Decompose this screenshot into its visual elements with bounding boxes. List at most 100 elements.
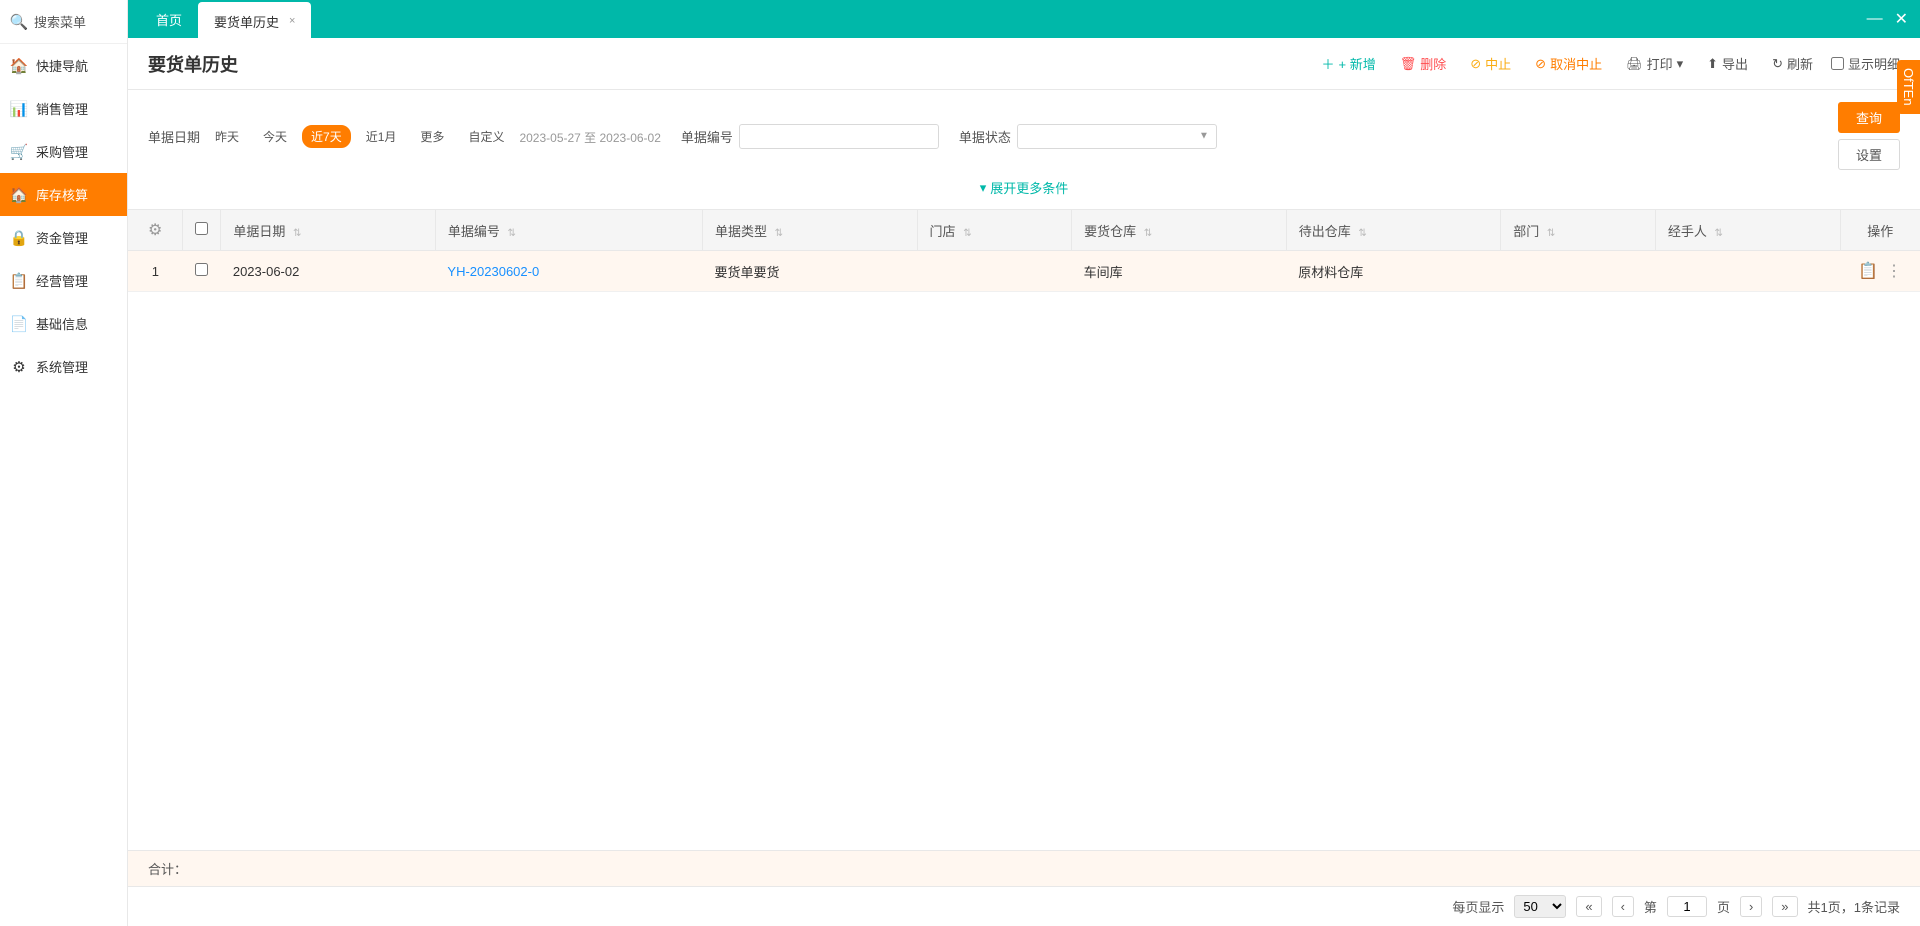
edit-icon[interactable]: 📋 [1858, 261, 1878, 281]
sort-department-icon[interactable]: ⇅ [1547, 228, 1555, 239]
data-table: ⚙ 单据日期 ⇅ 单据编号 ⇅ [128, 210, 1920, 292]
th-doc-date: 单据日期 ⇅ [221, 210, 436, 251]
first-page-button[interactable]: « [1576, 896, 1601, 917]
per-page-select[interactable]: 50 10 20 100 [1514, 895, 1566, 918]
sort-pending-warehouse-icon[interactable]: ⇅ [1358, 228, 1366, 239]
page-number-input[interactable] [1667, 896, 1707, 917]
expand-more[interactable]: ▾ 展开更多条件 [148, 178, 1900, 197]
tab-home-label: 首页 [156, 10, 182, 29]
last-page-button[interactable]: » [1772, 896, 1797, 917]
sidebar-item-basic-info[interactable]: 📄 基础信息 [0, 302, 127, 345]
sidebar-item-label: 基础信息 [36, 314, 88, 333]
sidebar-item-sales[interactable]: 📊 销售管理 [0, 87, 127, 130]
date-btn-custom[interactable]: 自定义 [459, 125, 513, 148]
th-checkbox [183, 210, 221, 251]
th-gear: ⚙ [128, 210, 183, 251]
sort-doc-type-icon[interactable]: ⇅ [775, 228, 783, 239]
table-header-row: ⚙ 单据日期 ⇅ 单据编号 ⇅ [128, 210, 1920, 251]
row-checkbox[interactable] [195, 263, 208, 276]
cancel-icon: ⊘ [1535, 56, 1546, 72]
th-doc-date-label: 单据日期 [233, 224, 285, 239]
td-pending-warehouse: 原材料仓库 [1286, 251, 1501, 292]
minimize-icon[interactable]: — [1867, 10, 1883, 28]
delete-button[interactable]: 🗑 删除 [1394, 50, 1453, 77]
more-icon[interactable]: ⋮ [1886, 261, 1902, 281]
td-department [1501, 251, 1656, 292]
tab-requisition-history[interactable]: 要货单历史 × [198, 2, 311, 40]
page-footer: 每页显示 50 10 20 100 « ‹ 第 页 › » 共1页，1条记录 [128, 886, 1920, 926]
sidebar-search[interactable]: 🔍 搜索菜单 [0, 0, 127, 44]
stop-button[interactable]: ⊘ 中止 [1464, 50, 1517, 77]
print-label: 打印 [1647, 54, 1673, 73]
next-page-button[interactable]: › [1740, 896, 1762, 917]
sort-doc-no-icon[interactable]: ⇅ [508, 228, 516, 239]
sidebar-item-operations[interactable]: 📋 经营管理 [0, 259, 127, 302]
status-select[interactable] [1017, 124, 1217, 149]
sidebar-item-inventory[interactable]: 🏠 库存核算 [0, 173, 127, 216]
content: 要货单历史 ＋ + 新增 🗑 删除 ⊘ 中止 ⊘ 取消中止 [128, 38, 1920, 926]
query-button[interactable]: 查询 [1838, 102, 1900, 133]
td-doc-type: 要货单要货 [702, 251, 917, 292]
status-select-wrapper [1017, 124, 1217, 149]
new-label: + 新增 [1338, 54, 1375, 73]
sort-doc-date-icon[interactable]: ⇅ [293, 228, 301, 239]
table-footer: 合计： [128, 850, 1920, 886]
th-req-warehouse: 要货仓库 ⇅ [1072, 210, 1287, 251]
delete-icon: 🗑 [1400, 56, 1417, 72]
table-row: 1 2023-06-02 YH-20230602-0 要货单要货 车间库 原材料… [128, 251, 1920, 292]
td-req-warehouse: 车间库 [1072, 251, 1287, 292]
close-window-icon[interactable]: ✕ [1895, 9, 1908, 29]
settings-button[interactable]: 设置 [1838, 139, 1900, 170]
td-store [917, 251, 1072, 292]
date-range-display: 2023-05-27 至 2023-06-02 [519, 131, 660, 145]
th-pending-warehouse: 待出仓库 ⇅ [1286, 210, 1501, 251]
expand-label: 展开更多条件 [990, 178, 1068, 197]
date-btn-more[interactable]: 更多 [411, 125, 453, 148]
sidebar-item-finance[interactable]: 🔒 资金管理 [0, 216, 127, 259]
th-department-label: 部门 [1513, 224, 1539, 239]
date-shortcuts: 昨天 今天 近7天 近1月 更多 自定义 [206, 125, 513, 148]
print-button[interactable]: 🖨 打印 ▾ [1620, 50, 1689, 77]
total-records: 共1页，1条记录 [1808, 897, 1900, 916]
export-button[interactable]: ⬆ 导出 [1701, 50, 1754, 77]
new-button[interactable]: ＋ + 新增 [1315, 50, 1381, 77]
sidebar-item-quick-nav[interactable]: 🏠 快捷导航 [0, 44, 127, 87]
filter-row: 单据日期 昨天 今天 近7天 近1月 更多 自定义 2023-05-27 至 2… [148, 102, 1900, 170]
th-doc-no: 单据编号 ⇅ [435, 210, 702, 251]
sort-req-warehouse-icon[interactable]: ⇅ [1144, 228, 1152, 239]
doc-no-input[interactable] [739, 124, 939, 149]
sidebar-item-system[interactable]: ⚙ 系统管理 [0, 345, 127, 388]
sort-store-icon[interactable]: ⇅ [963, 228, 971, 239]
prev-page-button[interactable]: ‹ [1612, 896, 1634, 917]
th-handler: 经手人 ⇅ [1655, 210, 1840, 251]
date-btn-1month[interactable]: 近1月 [357, 125, 406, 148]
show-detail-toggle[interactable]: 显示明细 [1831, 54, 1900, 73]
operations-icon: 📋 [10, 272, 28, 290]
column-settings-icon[interactable]: ⚙ [140, 222, 170, 239]
stop-icon: ⊘ [1470, 56, 1481, 72]
sidebar-item-label: 销售管理 [36, 99, 88, 118]
date-btn-yesterday[interactable]: 昨天 [206, 125, 248, 148]
export-icon: ⬆ [1707, 56, 1718, 72]
show-detail-checkbox[interactable] [1831, 57, 1844, 70]
th-store: 门店 ⇅ [917, 210, 1072, 251]
refresh-button[interactable]: ↻ 刷新 [1766, 50, 1819, 77]
doc-no-link[interactable]: YH-20230602-0 [447, 264, 539, 279]
tab-home[interactable]: 首页 [140, 0, 198, 38]
total-label: 合计： [148, 862, 187, 877]
th-req-warehouse-label: 要货仓库 [1084, 224, 1136, 239]
expand-icon: ▾ [980, 180, 987, 196]
filter-area: 单据日期 昨天 今天 近7天 近1月 更多 自定义 2023-05-27 至 2… [128, 90, 1920, 210]
cancel-stop-button[interactable]: ⊘ 取消中止 [1529, 50, 1608, 77]
th-handler-label: 经手人 [1668, 224, 1707, 239]
sidebar-item-purchase[interactable]: 🛒 采购管理 [0, 130, 127, 173]
sort-handler-icon[interactable]: ⇅ [1715, 228, 1723, 239]
date-btn-today[interactable]: 今天 [254, 125, 296, 148]
select-all-checkbox[interactable] [195, 222, 208, 235]
tab-close-icon[interactable]: × [289, 15, 295, 27]
date-btn-7days[interactable]: 近7天 [302, 125, 351, 148]
th-department: 部门 ⇅ [1501, 210, 1656, 251]
refresh-icon: ↻ [1772, 56, 1783, 72]
refresh-label: 刷新 [1787, 54, 1813, 73]
often-bar[interactable]: OfTEn [1897, 60, 1920, 114]
